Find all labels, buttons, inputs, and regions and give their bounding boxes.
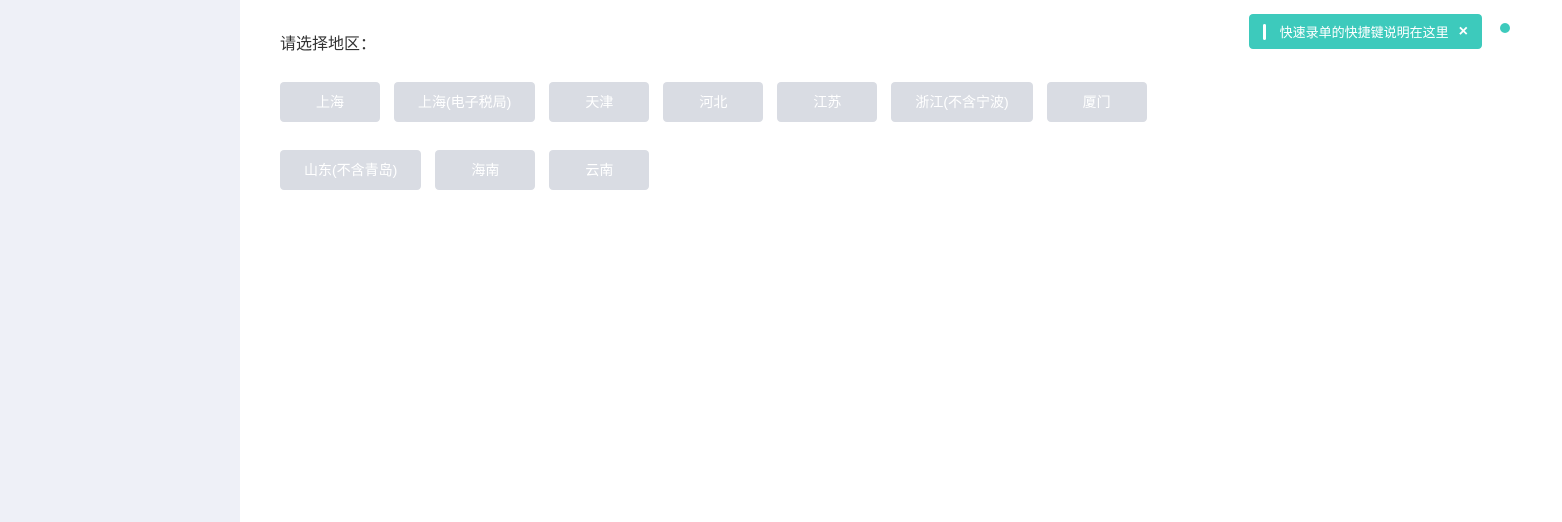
region-buttons: 上海上海(电子税局) 天津河北江苏浙江(不含宁波) 厦门 山东(不含青岛) 海南云南 xyxy=(280,82,1522,204)
region-button-yunnan[interactable]: 云南 xyxy=(549,150,649,190)
region-row-1: 上海上海(电子税局) 天津河北江苏浙江(不含宁波) 厦门 xyxy=(280,82,1147,122)
region-button-jiangsu[interactable]: 江苏 xyxy=(777,82,877,122)
tooltip-close-button[interactable]: × xyxy=(1459,24,1468,40)
region-button-tianjin[interactable]: 天津 xyxy=(549,82,649,122)
region-button-zhejiang[interactable]: 浙江(不含宁波) xyxy=(891,82,1032,122)
region-button-shandong[interactable]: 山东(不含青岛) xyxy=(280,150,421,190)
region-row-2: 山东(不含青岛) 海南云南 xyxy=(280,150,649,190)
region-button-xiamen[interactable]: 厦门 xyxy=(1047,82,1147,122)
region-button-hainan[interactable]: 海南 xyxy=(435,150,535,190)
region-button-hebei[interactable]: 河北 xyxy=(663,82,763,122)
region-button-shanghai-etax[interactable]: 上海(电子税局) xyxy=(394,82,535,122)
region-button-shanghai[interactable]: 上海 xyxy=(280,82,380,122)
tooltip-text: 快速录单的快捷键说明在这里 xyxy=(1280,22,1449,41)
tooltip-dot xyxy=(1500,23,1510,33)
main-content: 请选择地区： 上海上海(电子税局)天津河北江苏浙江(不含宁波)厦门 山东(不含青… xyxy=(240,0,1562,522)
sidebar xyxy=(0,0,240,522)
tooltip-banner: 快速录单的快捷键说明在这里 × xyxy=(1249,14,1482,49)
